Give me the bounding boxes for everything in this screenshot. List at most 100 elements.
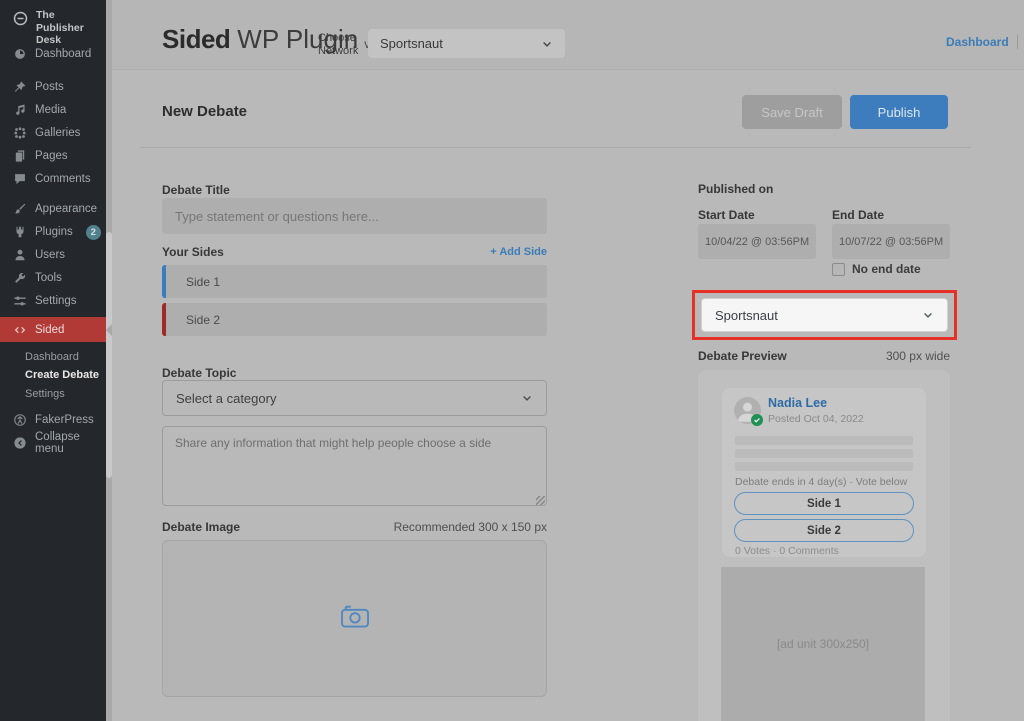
header-network-value: Sportsnaut <box>380 36 443 51</box>
preview-ends-text: Debate ends in 4 day(s) · Vote below <box>735 476 908 488</box>
active-menu-arrow <box>106 323 112 336</box>
pages-icon <box>13 149 27 163</box>
fakerpress-icon <box>13 413 27 427</box>
chevron-down-icon <box>541 38 553 50</box>
debate-title-label: Debate Title <box>162 183 230 197</box>
sidebar-item-tools[interactable]: Tools <box>0 266 106 290</box>
header-network-select[interactable]: Sportsnaut <box>368 29 565 58</box>
comment-bubble-icon <box>13 172 27 186</box>
wrench-icon <box>13 271 27 285</box>
published-on-label: Published on <box>698 182 774 196</box>
your-sides-row: Your Sides + Add Side <box>162 245 547 259</box>
site-name: The Publisher Desk <box>36 9 84 46</box>
debate-image-row: Debate Image Recommended 300 x 150 px <box>162 520 547 534</box>
debate-image-label: Debate Image <box>162 520 241 534</box>
plugin-icon <box>13 225 27 239</box>
sidebar-item-settings[interactable]: Settings <box>0 289 106 313</box>
start-date-label: Start Date <box>698 208 755 222</box>
side-2-color-bar <box>162 303 166 336</box>
preview-width-hint: 300 px wide <box>885 349 950 363</box>
camera-icon <box>340 603 370 634</box>
side-2-label: Side 2 <box>186 312 221 327</box>
preview-side-1-button[interactable]: Side 1 <box>734 492 914 515</box>
sidebar-item-collapse-menu[interactable]: Collapse menu <box>0 431 106 455</box>
publish-button[interactable]: Publish <box>850 95 948 129</box>
textarea-resize-handle[interactable] <box>536 496 545 505</box>
sidebar-subitem-sided-dashboard[interactable]: Dashboard <box>0 348 106 366</box>
page-title: New Debate <box>162 103 248 120</box>
choose-network-label: Choose Network <box>318 32 359 57</box>
sidebar-item-plugins[interactable]: Plugins 2 <box>0 220 106 244</box>
preview-posted-date: Posted Oct 04, 2022 <box>768 413 864 425</box>
plugins-count-badge: 2 <box>85 224 101 240</box>
site-logo[interactable]: The Publisher Desk <box>0 9 106 47</box>
preview-side-2-button[interactable]: Side 2 <box>734 519 914 542</box>
sidebar-subitem-create-debate[interactable]: Create Debate <box>0 366 106 384</box>
sidebar-item-media[interactable]: Media <box>0 98 106 122</box>
start-date-input[interactable] <box>698 224 816 259</box>
sidebar-item-appearance[interactable]: Appearance <box>0 197 106 221</box>
debate-image-upload[interactable] <box>162 540 547 697</box>
links-divider <box>1016 35 1018 49</box>
ad-unit-text: [ad unit 300x250] <box>776 637 870 651</box>
wp-admin-sidebar: The Publisher Desk Dashboard Posts Media… <box>0 0 112 721</box>
panel-network-value: Sportsnaut <box>715 307 778 323</box>
media-icon <box>13 103 27 117</box>
category-select[interactable]: Select a category <box>162 380 547 416</box>
debate-preview-label: Debate Preview <box>698 349 787 363</box>
publisher-desk-logo-icon <box>13 11 28 26</box>
sidebar-item-sided[interactable]: Sided <box>0 317 112 342</box>
no-end-date-checkbox[interactable] <box>832 262 845 276</box>
side-1-row[interactable]: Side 1 <box>162 265 547 298</box>
image-size-hint: Recommended 300 x 150 px <box>393 520 547 534</box>
your-sides-label: Your Sides <box>162 245 224 259</box>
sidebar-item-galleries[interactable]: Galleries <box>0 121 106 145</box>
placeholder-bar <box>735 462 913 471</box>
no-end-date-label: No end date <box>852 262 921 276</box>
plugin-title-main: Sided <box>162 24 231 54</box>
debate-title-input[interactable] <box>162 198 547 234</box>
sidebar-item-posts[interactable]: Posts <box>0 75 106 99</box>
side-1-color-bar <box>162 265 166 298</box>
collapse-arrow-icon <box>13 436 27 450</box>
side-2-row[interactable]: Side 2 <box>162 303 547 336</box>
preview-author-name: Nadia Lee <box>768 396 828 410</box>
save-draft-button[interactable]: Save Draft <box>742 95 842 129</box>
panel-network-select[interactable]: Sportsnaut <box>701 298 948 332</box>
add-side-link[interactable]: + Add Side <box>490 246 547 258</box>
debate-preview-container: Nadia Lee Posted Oct 04, 2022 Debate end… <box>698 370 950 721</box>
sidebar-item-pages[interactable]: Pages <box>0 144 106 168</box>
category-select-value: Select a category <box>176 390 277 406</box>
header-link-dashboard[interactable]: Dashboard <box>946 35 1009 49</box>
header-links: Dashboard Settings <box>946 35 1024 49</box>
debate-info-textarea[interactable] <box>162 426 547 506</box>
debate-preview-card: Nadia Lee Posted Oct 04, 2022 Debate end… <box>722 388 926 557</box>
side-1-label: Side 1 <box>186 274 221 289</box>
sliders-icon <box>13 294 27 308</box>
dashboard-icon <box>13 47 27 61</box>
chevron-down-icon <box>521 392 533 404</box>
sided-plugin-page: The Publisher Desk Dashboard Posts Media… <box>0 0 1024 721</box>
ad-unit-placeholder: [ad unit 300x250] <box>721 567 925 721</box>
preview-heading-row: Debate Preview 300 px wide <box>698 349 950 363</box>
verified-check-icon <box>751 414 763 426</box>
placeholder-bar <box>735 436 913 445</box>
sidebar-item-users[interactable]: Users <box>0 243 106 267</box>
header-divider <box>140 147 970 148</box>
preview-votes-text: 0 Votes · 0 Comments <box>735 545 839 557</box>
user-icon <box>13 248 27 262</box>
placeholder-bar <box>735 449 913 458</box>
code-brackets-icon <box>13 323 27 337</box>
pin-icon <box>13 80 27 94</box>
end-date-input[interactable] <box>832 224 950 259</box>
chevron-down-icon <box>922 309 934 321</box>
no-end-date-row[interactable]: No end date <box>832 262 921 276</box>
debate-topic-label: Debate Topic <box>162 366 237 380</box>
sidebar-item-dashboard[interactable]: Dashboard <box>0 42 106 66</box>
galleries-icon <box>13 126 27 140</box>
sidebar-item-comments[interactable]: Comments <box>0 167 106 191</box>
sidebar-subitem-sided-settings[interactable]: Settings <box>0 385 106 403</box>
sidebar-item-fakerpress[interactable]: FakerPress <box>0 408 106 432</box>
end-date-label: End Date <box>832 208 885 222</box>
sidebar-scrollbar-thumb[interactable] <box>106 232 112 478</box>
